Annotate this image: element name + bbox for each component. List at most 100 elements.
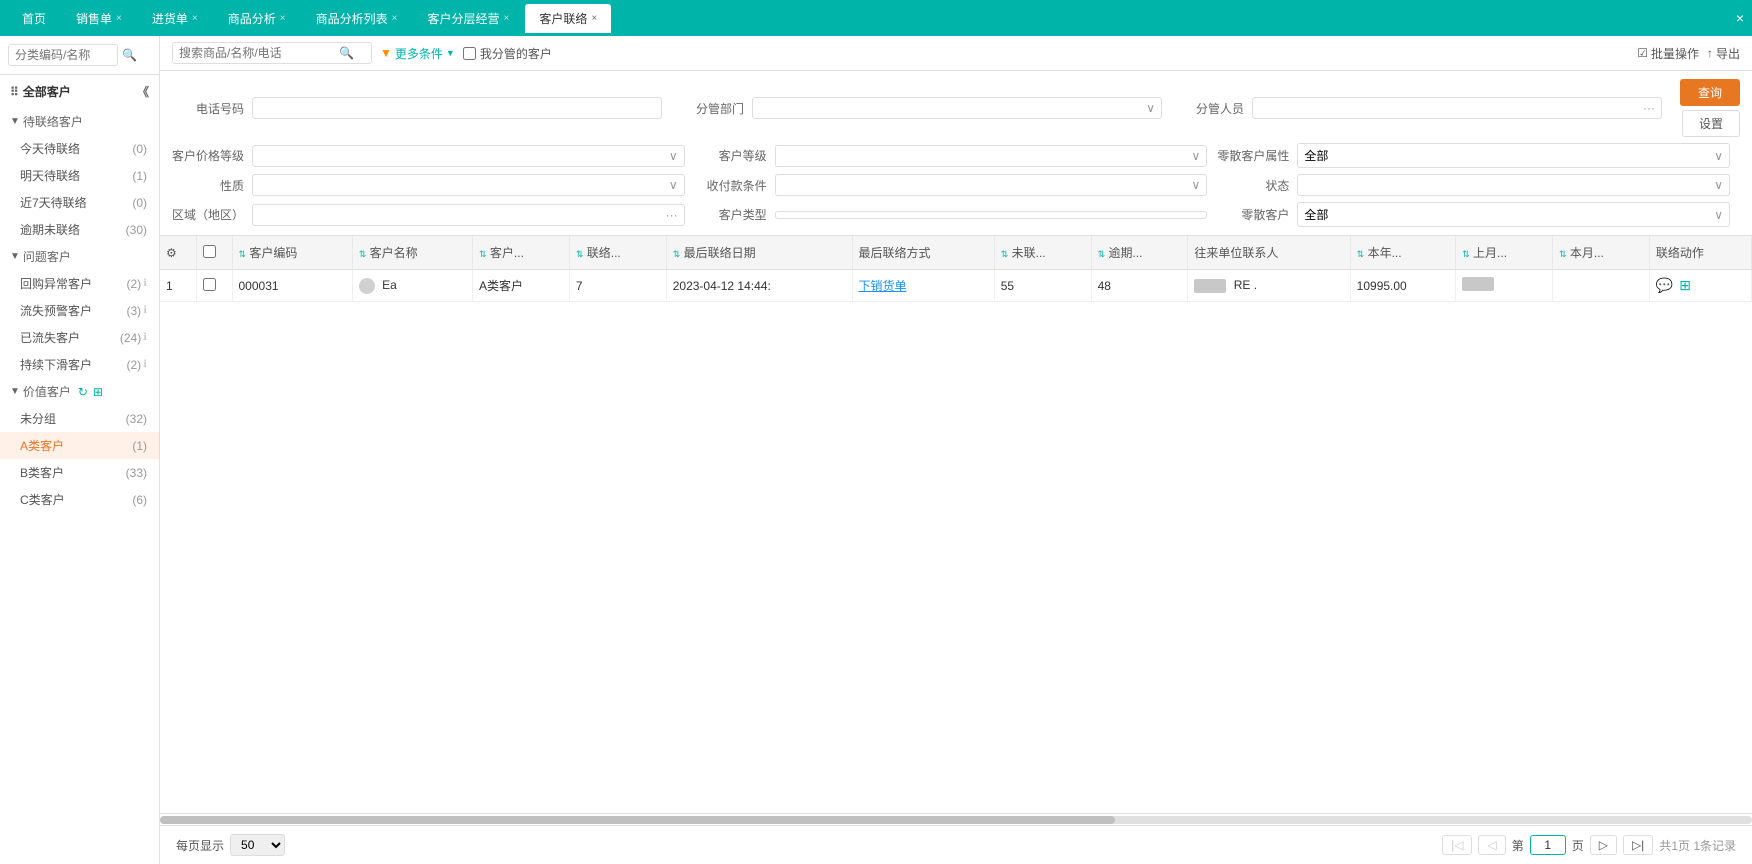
more-filter-button[interactable]: ▼ 更多条件 ▼ xyxy=(380,45,455,62)
problem-group-label: 问题客户 xyxy=(23,248,71,265)
next-page-button[interactable]: ▷ xyxy=(1590,835,1617,855)
col-contact-header[interactable]: ⇅ 联络... xyxy=(569,236,666,270)
filter-customer-grade: 客户等级 ∨ xyxy=(695,145,1218,167)
col-last-method-header[interactable]: 最后联络方式 xyxy=(852,236,994,270)
nav-tab-analysis-close[interactable]: × xyxy=(280,13,286,24)
sidebar-item-churned[interactable]: 已流失客户 (24) ℹ xyxy=(0,324,159,351)
export-button[interactable]: ↑ 导出 xyxy=(1707,45,1740,62)
sidebar-item-7days-pending[interactable]: 近7天待联络 (0) xyxy=(0,189,159,216)
query-button[interactable]: 查询 xyxy=(1680,79,1740,106)
col-overdue-header[interactable]: ⇅ 逾期... xyxy=(1091,236,1188,270)
col-last-date-header[interactable]: ⇅ 最后联络日期 xyxy=(666,236,852,270)
customer-table: ⚙ ⇅ 客户编码 ⇅ 客户名称 xyxy=(160,236,1752,302)
nav-tab-sales-close[interactable]: × xyxy=(116,13,122,24)
sidebar-item-repurchase-abnormal[interactable]: 回购异常客户 (2) ℹ xyxy=(0,270,159,297)
horizontal-scrollbar[interactable] xyxy=(160,813,1752,825)
customer-type-select[interactable] xyxy=(775,211,1208,219)
current-page-input[interactable] xyxy=(1530,835,1566,855)
col-checkbox-header[interactable] xyxy=(196,236,232,270)
toolbar-search-input[interactable] xyxy=(179,46,339,60)
region-select[interactable]: ··· xyxy=(252,204,685,226)
nav-tab-analysis-list[interactable]: 商品分析列表 × xyxy=(302,4,412,33)
nav-tab-customer-contact[interactable]: 客户联络 × xyxy=(525,4,611,33)
nav-tab-analysis-list-close[interactable]: × xyxy=(392,13,398,24)
filter-retail-attr: 零散客户属性 全部 ∨ xyxy=(1217,143,1740,168)
col-unit-contact-header[interactable]: 往来单位联系人 xyxy=(1188,236,1350,270)
nav-tab-analysis[interactable]: 商品分析 × xyxy=(214,4,300,33)
col-category-header[interactable]: ⇅ 客户... xyxy=(473,236,570,270)
value-add-icon[interactable]: ⊞ xyxy=(93,385,103,399)
price-grade-select[interactable]: ∨ xyxy=(252,145,685,167)
row-checkbox[interactable] xyxy=(203,278,216,291)
row-last-method[interactable]: 下销货单 xyxy=(852,270,994,302)
my-customers-checkbox[interactable] xyxy=(463,47,476,60)
sidebar-item-today-pending[interactable]: 今天待联络 (0) xyxy=(0,135,159,162)
nav-tab-customer-mgmt[interactable]: 客户分层经营 × xyxy=(413,4,523,33)
col-overdue-label: 逾期... xyxy=(1108,246,1142,260)
phone-label: 电话号码 xyxy=(172,100,252,117)
col-settings[interactable]: ⚙ xyxy=(160,236,196,270)
person-select[interactable]: ··· xyxy=(1252,97,1662,119)
sidebar-item-churn-warning[interactable]: 流失预警客户 (3) ℹ xyxy=(0,297,159,324)
sidebar-item-b-class[interactable]: B类客户 (33) xyxy=(0,459,159,486)
sidebar-item-tomorrow-pending[interactable]: 明天待联络 (1) xyxy=(0,162,159,189)
nav-tab-customer-mgmt-close[interactable]: × xyxy=(503,13,509,24)
scrollbar-thumb[interactable] xyxy=(160,816,1115,824)
sidebar-search-icon[interactable]: 🔍 xyxy=(122,48,137,62)
row-qr-icon[interactable]: ⊞ xyxy=(1679,277,1691,294)
sidebar-item-c-class[interactable]: C类客户 (6) xyxy=(0,486,159,513)
my-customers-checkbox-label[interactable]: 我分管的客户 xyxy=(463,45,552,62)
toolbar-right: ☑ 批量操作 ↑ 导出 xyxy=(1637,45,1740,62)
payment-select[interactable]: ∨ xyxy=(775,174,1208,196)
value-refresh-icon[interactable]: ↻ xyxy=(78,385,88,399)
col-no-contact-header[interactable]: ⇅ 未联... xyxy=(994,236,1091,270)
row-message-icon[interactable]: 💬 xyxy=(1656,277,1673,294)
col-name-header[interactable]: ⇅ 客户名称 xyxy=(352,236,472,270)
col-this-year-header[interactable]: ⇅ 本年... xyxy=(1350,236,1455,270)
batch-operation-button[interactable]: ☑ 批量操作 xyxy=(1637,45,1699,62)
customer-type-label: 客户类型 xyxy=(695,206,775,223)
sidebar-item-a-class[interactable]: A类客户 (1) xyxy=(0,432,159,459)
all-customers-label[interactable]: 全部客户 xyxy=(23,83,137,100)
setting-button[interactable]: 设置 xyxy=(1682,110,1740,137)
prev-page-button[interactable]: ◁ xyxy=(1478,835,1505,855)
retail-select[interactable]: 全部 ∨ xyxy=(1297,202,1730,227)
nav-tab-purchase[interactable]: 进货单 × xyxy=(138,4,212,33)
col-last-month-header[interactable]: ⇅ 上月... xyxy=(1456,236,1553,270)
col-last-month-label: 上月... xyxy=(1473,246,1507,260)
pagination: 每页显示 50 100 200 |◁ ◁ 第 页 ▷ ▷| 共1页 1条记录 xyxy=(160,825,1752,864)
page-size-select[interactable]: 50 100 200 xyxy=(230,834,285,856)
toolbar-search-icon[interactable]: 🔍 xyxy=(339,46,354,60)
nav-home[interactable]: 首页 xyxy=(8,4,60,33)
col-contact-sort-icon: ⇅ xyxy=(576,249,584,259)
row-checkbox-cell[interactable] xyxy=(196,270,232,302)
b-class-count: (33) xyxy=(126,466,147,480)
nav-tab-customer-contact-close[interactable]: × xyxy=(591,13,597,24)
row-code: 000031 xyxy=(232,270,352,302)
status-select[interactable]: ∨ xyxy=(1297,174,1730,196)
last-page-button[interactable]: ▷| xyxy=(1623,835,1653,855)
sidebar-search-input[interactable] xyxy=(8,44,118,66)
settings-icon[interactable]: ⚙ xyxy=(166,246,177,260)
sidebar-item-overdue-pending[interactable]: 逾期未联络 (30) xyxy=(0,216,159,243)
customer-grade-select[interactable]: ∨ xyxy=(775,145,1208,167)
total-records: 共1页 1条记录 xyxy=(1659,837,1736,854)
col-this-month-header[interactable]: ⇅ 本月... xyxy=(1552,236,1649,270)
window-close-button[interactable]: × xyxy=(1736,10,1744,26)
sidebar-item-declining[interactable]: 持续下滑客户 (2) ℹ xyxy=(0,351,159,378)
first-page-button[interactable]: |◁ xyxy=(1442,835,1472,855)
last-method-link[interactable]: 下销货单 xyxy=(859,279,907,293)
declining-info-icon: ℹ xyxy=(143,359,147,370)
sidebar-collapse-icon[interactable]: 《 xyxy=(137,83,149,100)
sidebar-item-ungrouped[interactable]: 未分组 (32) xyxy=(0,405,159,432)
retail-attr-select[interactable]: 全部 ∨ xyxy=(1297,143,1730,168)
select-all-checkbox[interactable] xyxy=(203,245,216,258)
col-code-header[interactable]: ⇅ 客户编码 xyxy=(232,236,352,270)
overdue-pending-count: (30) xyxy=(126,223,147,237)
phone-input[interactable] xyxy=(252,97,662,119)
nature-select[interactable]: ∨ xyxy=(252,174,685,196)
row-this-year: 10995.00 xyxy=(1350,270,1455,302)
dept-select[interactable]: ∨ xyxy=(752,97,1162,119)
nav-tab-purchase-close[interactable]: × xyxy=(192,13,198,24)
nav-tab-sales[interactable]: 销售单 × xyxy=(62,4,136,33)
